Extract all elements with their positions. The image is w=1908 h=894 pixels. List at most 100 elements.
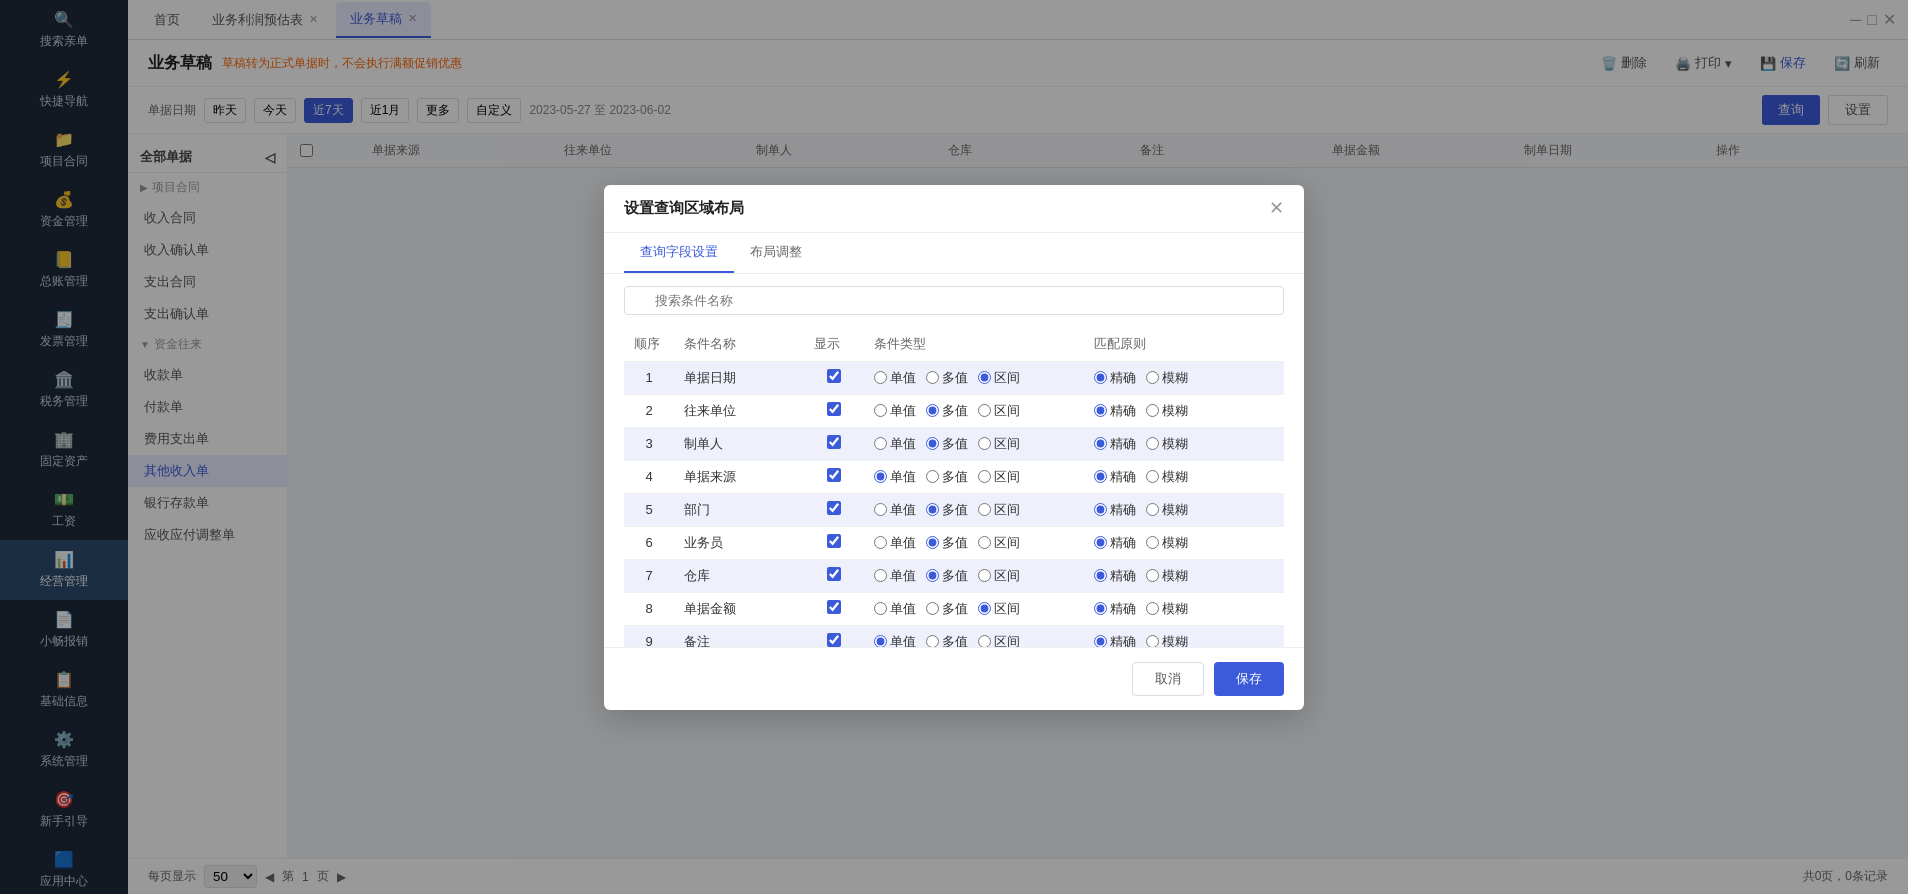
radio-input-type-多值-1[interactable]	[926, 371, 939, 384]
radio-input-match-模糊-8[interactable]	[1146, 602, 1159, 615]
match-radio-精确-6[interactable]: 精确	[1094, 534, 1136, 552]
radio-input-match-模糊-6[interactable]	[1146, 536, 1159, 549]
radio-input-type-多值-7[interactable]	[926, 569, 939, 582]
type-radio-多值-5[interactable]: 多值	[926, 501, 968, 519]
type-radio-多值-6[interactable]: 多值	[926, 534, 968, 552]
match-radio-模糊-9[interactable]: 模糊	[1146, 633, 1188, 647]
radio-input-type-多值-4[interactable]	[926, 470, 939, 483]
modal-tab-layout[interactable]: 布局调整	[734, 233, 818, 273]
display-checkbox-9[interactable]	[827, 633, 841, 647]
radio-input-type-单值-8[interactable]	[874, 602, 887, 615]
type-radio-单值-7[interactable]: 单值	[874, 567, 916, 585]
display-checkbox-3[interactable]	[827, 435, 841, 449]
type-radio-多值-4[interactable]: 多值	[926, 468, 968, 486]
type-radio-区间-2[interactable]: 区间	[978, 402, 1020, 420]
radio-input-type-单值-5[interactable]	[874, 503, 887, 516]
modal-cell-display[interactable]	[804, 592, 864, 625]
match-radio-精确-5[interactable]: 精确	[1094, 501, 1136, 519]
radio-input-type-单值-6[interactable]	[874, 536, 887, 549]
type-radio-单值-8[interactable]: 单值	[874, 600, 916, 618]
type-radio-单值-4[interactable]: 单值	[874, 468, 916, 486]
match-radio-模糊-7[interactable]: 模糊	[1146, 567, 1188, 585]
radio-input-type-单值-7[interactable]	[874, 569, 887, 582]
radio-input-type-区间-6[interactable]	[978, 536, 991, 549]
modal-cell-display[interactable]	[804, 493, 864, 526]
radio-input-type-单值-1[interactable]	[874, 371, 887, 384]
type-radio-区间-7[interactable]: 区间	[978, 567, 1020, 585]
display-checkbox-4[interactable]	[827, 468, 841, 482]
radio-input-type-区间-4[interactable]	[978, 470, 991, 483]
type-radio-区间-5[interactable]: 区间	[978, 501, 1020, 519]
type-radio-区间-8[interactable]: 区间	[978, 600, 1020, 618]
radio-input-match-模糊-1[interactable]	[1146, 371, 1159, 384]
type-radio-多值-1[interactable]: 多值	[926, 369, 968, 387]
radio-input-match-模糊-9[interactable]	[1146, 635, 1159, 647]
radio-input-match-模糊-4[interactable]	[1146, 470, 1159, 483]
match-radio-模糊-1[interactable]: 模糊	[1146, 369, 1188, 387]
type-radio-多值-7[interactable]: 多值	[926, 567, 968, 585]
type-radio-区间-9[interactable]: 区间	[978, 633, 1020, 647]
type-radio-多值-8[interactable]: 多值	[926, 600, 968, 618]
type-radio-单值-3[interactable]: 单值	[874, 435, 916, 453]
modal-cell-display[interactable]	[804, 394, 864, 427]
display-checkbox-5[interactable]	[827, 501, 841, 515]
modal-cell-display[interactable]	[804, 625, 864, 647]
match-radio-精确-7[interactable]: 精确	[1094, 567, 1136, 585]
radio-input-match-精确-8[interactable]	[1094, 602, 1107, 615]
type-radio-区间-4[interactable]: 区间	[978, 468, 1020, 486]
match-radio-模糊-6[interactable]: 模糊	[1146, 534, 1188, 552]
type-radio-单值-9[interactable]: 单值	[874, 633, 916, 647]
radio-input-match-模糊-7[interactable]	[1146, 569, 1159, 582]
radio-input-type-单值-9[interactable]	[874, 635, 887, 647]
radio-input-type-区间-3[interactable]	[978, 437, 991, 450]
match-radio-模糊-5[interactable]: 模糊	[1146, 501, 1188, 519]
type-radio-单值-5[interactable]: 单值	[874, 501, 916, 519]
display-checkbox-6[interactable]	[827, 534, 841, 548]
modal-cell-display[interactable]	[804, 361, 864, 394]
radio-input-match-精确-9[interactable]	[1094, 635, 1107, 647]
match-radio-模糊-4[interactable]: 模糊	[1146, 468, 1188, 486]
match-radio-精确-1[interactable]: 精确	[1094, 369, 1136, 387]
radio-input-match-模糊-2[interactable]	[1146, 404, 1159, 417]
radio-input-type-区间-7[interactable]	[978, 569, 991, 582]
modal-close-button[interactable]: ✕	[1269, 199, 1284, 217]
radio-input-type-多值-5[interactable]	[926, 503, 939, 516]
radio-input-match-精确-5[interactable]	[1094, 503, 1107, 516]
match-radio-精确-9[interactable]: 精确	[1094, 633, 1136, 647]
type-radio-单值-6[interactable]: 单值	[874, 534, 916, 552]
radio-input-type-多值-9[interactable]	[926, 635, 939, 647]
match-radio-精确-4[interactable]: 精确	[1094, 468, 1136, 486]
radio-input-type-单值-4[interactable]	[874, 470, 887, 483]
radio-input-match-精确-3[interactable]	[1094, 437, 1107, 450]
type-radio-多值-2[interactable]: 多值	[926, 402, 968, 420]
radio-input-type-单值-2[interactable]	[874, 404, 887, 417]
type-radio-区间-3[interactable]: 区间	[978, 435, 1020, 453]
radio-input-match-精确-4[interactable]	[1094, 470, 1107, 483]
modal-cell-display[interactable]	[804, 427, 864, 460]
modal-tab-field-settings[interactable]: 查询字段设置	[624, 233, 734, 273]
display-checkbox-7[interactable]	[827, 567, 841, 581]
match-radio-模糊-8[interactable]: 模糊	[1146, 600, 1188, 618]
display-checkbox-2[interactable]	[827, 402, 841, 416]
radio-input-type-区间-9[interactable]	[978, 635, 991, 647]
radio-input-type-区间-8[interactable]	[978, 602, 991, 615]
radio-input-match-精确-7[interactable]	[1094, 569, 1107, 582]
modal-cell-display[interactable]	[804, 559, 864, 592]
radio-input-match-精确-1[interactable]	[1094, 371, 1107, 384]
radio-input-type-多值-2[interactable]	[926, 404, 939, 417]
match-radio-精确-8[interactable]: 精确	[1094, 600, 1136, 618]
radio-input-match-精确-6[interactable]	[1094, 536, 1107, 549]
type-radio-多值-3[interactable]: 多值	[926, 435, 968, 453]
display-checkbox-8[interactable]	[827, 600, 841, 614]
radio-input-type-区间-1[interactable]	[978, 371, 991, 384]
display-checkbox-1[interactable]	[827, 369, 841, 383]
type-radio-区间-6[interactable]: 区间	[978, 534, 1020, 552]
radio-input-type-多值-6[interactable]	[926, 536, 939, 549]
modal-cancel-button[interactable]: 取消	[1132, 662, 1204, 696]
match-radio-模糊-3[interactable]: 模糊	[1146, 435, 1188, 453]
type-radio-多值-9[interactable]: 多值	[926, 633, 968, 647]
modal-cell-display[interactable]	[804, 460, 864, 493]
modal-save-button[interactable]: 保存	[1214, 662, 1284, 696]
modal-search-input[interactable]	[624, 286, 1284, 315]
type-radio-区间-1[interactable]: 区间	[978, 369, 1020, 387]
